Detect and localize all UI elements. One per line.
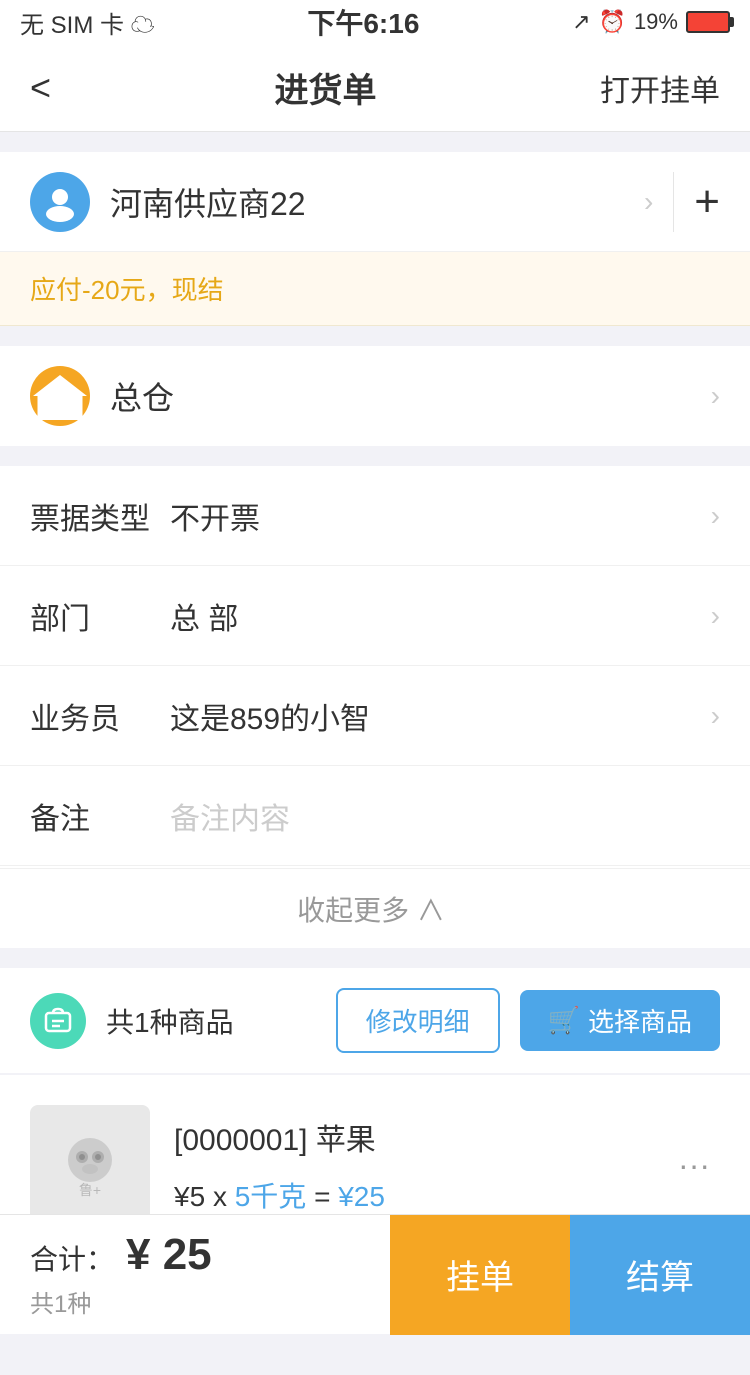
supplier-name: 河南供应商22 — [110, 179, 644, 225]
back-button[interactable]: < — [30, 67, 51, 109]
product-title: 苹果 — [316, 1124, 376, 1157]
open-pending-button[interactable]: 打开挂单 — [600, 66, 720, 110]
note-input[interactable]: 备注内容 — [170, 794, 720, 838]
product-code: [0000001] — [174, 1124, 307, 1157]
product-more-button[interactable]: ··· — [668, 1137, 720, 1194]
invoice-chevron-icon: › — [711, 500, 720, 532]
product-count: 共1种商品 — [106, 1001, 316, 1041]
product-count-icon — [30, 993, 86, 1049]
page-title: 进货单 — [275, 63, 377, 112]
sales-label: 业务员 — [30, 694, 170, 738]
supplier-row[interactable]: 河南供应商22 › + — [0, 152, 750, 252]
multiply-sign: x — [213, 1181, 235, 1212]
dept-chevron-icon: › — [711, 600, 720, 632]
form-section: 票据类型 不开票 › 部门 总 部 › 业务员 这是859的小智 › 备注 备注… — [0, 466, 750, 948]
battery-icon — [686, 11, 730, 33]
note-label: 备注 — [30, 794, 170, 838]
checkout-button[interactable]: 结算 — [570, 1215, 750, 1335]
dept-row[interactable]: 部门 总 部 › — [0, 566, 750, 666]
invoice-row[interactable]: 票据类型 不开票 › — [0, 466, 750, 566]
product-header: 共1种商品 修改明细 🛒 选择商品 — [0, 968, 750, 1073]
product-quantity: 5千克 — [235, 1181, 307, 1212]
status-left: 无 SIM 卡 ☁ — [20, 5, 155, 40]
status-bar: 无 SIM 卡 ☁ 下午6:16 ↗ ⏰ 19% — [0, 0, 750, 44]
notice-bar: 应付-20元，现结 — [0, 252, 750, 326]
collapse-button[interactable]: 收起更多 ∧ — [0, 868, 750, 948]
gap1 — [0, 132, 750, 152]
sim-status: 无 SIM 卡 ☁ — [20, 5, 155, 40]
sales-row[interactable]: 业务员 这是859的小智 › — [0, 666, 750, 766]
total-count: 共1种 — [30, 1284, 360, 1319]
product-details: [0000001] 苹果 ¥5 x 5千克 = ¥25 — [174, 1115, 644, 1215]
select-product-label: 选择商品 — [588, 1002, 692, 1039]
collapse-label: 收起更多 ∧ — [297, 889, 445, 929]
invoice-value: 不开票 — [170, 494, 711, 538]
warehouse-avatar — [30, 366, 90, 426]
dept-label: 部门 — [30, 594, 170, 638]
warehouse-chevron-icon: › — [711, 380, 720, 412]
product-total: ¥25 — [338, 1181, 385, 1212]
warehouse-name: 总仓 — [110, 373, 711, 419]
edit-detail-button[interactable]: 修改明细 — [336, 988, 500, 1053]
footer-total: 合计： ¥ 25 共1种 — [0, 1230, 390, 1319]
supplier-chevron-icon: › — [644, 186, 653, 218]
sales-chevron-icon: › — [711, 700, 720, 732]
product-name: [0000001] 苹果 — [174, 1115, 644, 1159]
equals-sign: = — [314, 1181, 338, 1212]
alarm-icon: ⏰ — [599, 9, 626, 35]
product-price-row: ¥5 x 5千克 = ¥25 — [174, 1175, 644, 1215]
warehouse-row[interactable]: 总仓 › — [0, 346, 750, 446]
invoice-label: 票据类型 — [30, 494, 170, 538]
sales-value: 这是859的小智 — [170, 694, 711, 738]
total-amount: ¥ 25 — [126, 1230, 212, 1280]
product-unit-price: ¥5 — [174, 1181, 205, 1212]
select-product-button[interactable]: 🛒 选择商品 — [520, 990, 720, 1051]
nav-bar: < 进货单 打开挂单 — [0, 44, 750, 132]
divider — [673, 172, 674, 232]
product-thumbnail: 鲁+ — [30, 1105, 150, 1225]
cart-icon: 🛒 — [548, 1005, 580, 1036]
status-time: 下午6:16 — [307, 2, 419, 42]
content: 河南供应商22 › + 应付-20元，现结 总仓 › 票据类型 不开票 › 部门… — [0, 132, 750, 1375]
location-icon: ↗ — [572, 9, 590, 35]
total-row: 合计： ¥ 25 — [30, 1230, 360, 1280]
total-label: 合计： — [30, 1238, 114, 1278]
dept-value: 总 部 — [170, 594, 711, 638]
pend-button[interactable]: 挂单 — [390, 1215, 570, 1335]
note-row[interactable]: 备注 备注内容 — [0, 766, 750, 866]
add-supplier-button[interactable]: + — [694, 177, 720, 227]
supplier-avatar — [30, 172, 90, 232]
status-right: ↗ ⏰ 19% — [572, 9, 730, 35]
footer: 合计： ¥ 25 共1种 挂单 结算 — [0, 1214, 750, 1334]
svg-text:鲁+: 鲁+ — [79, 1182, 101, 1198]
battery-percent: 19% — [634, 9, 678, 35]
